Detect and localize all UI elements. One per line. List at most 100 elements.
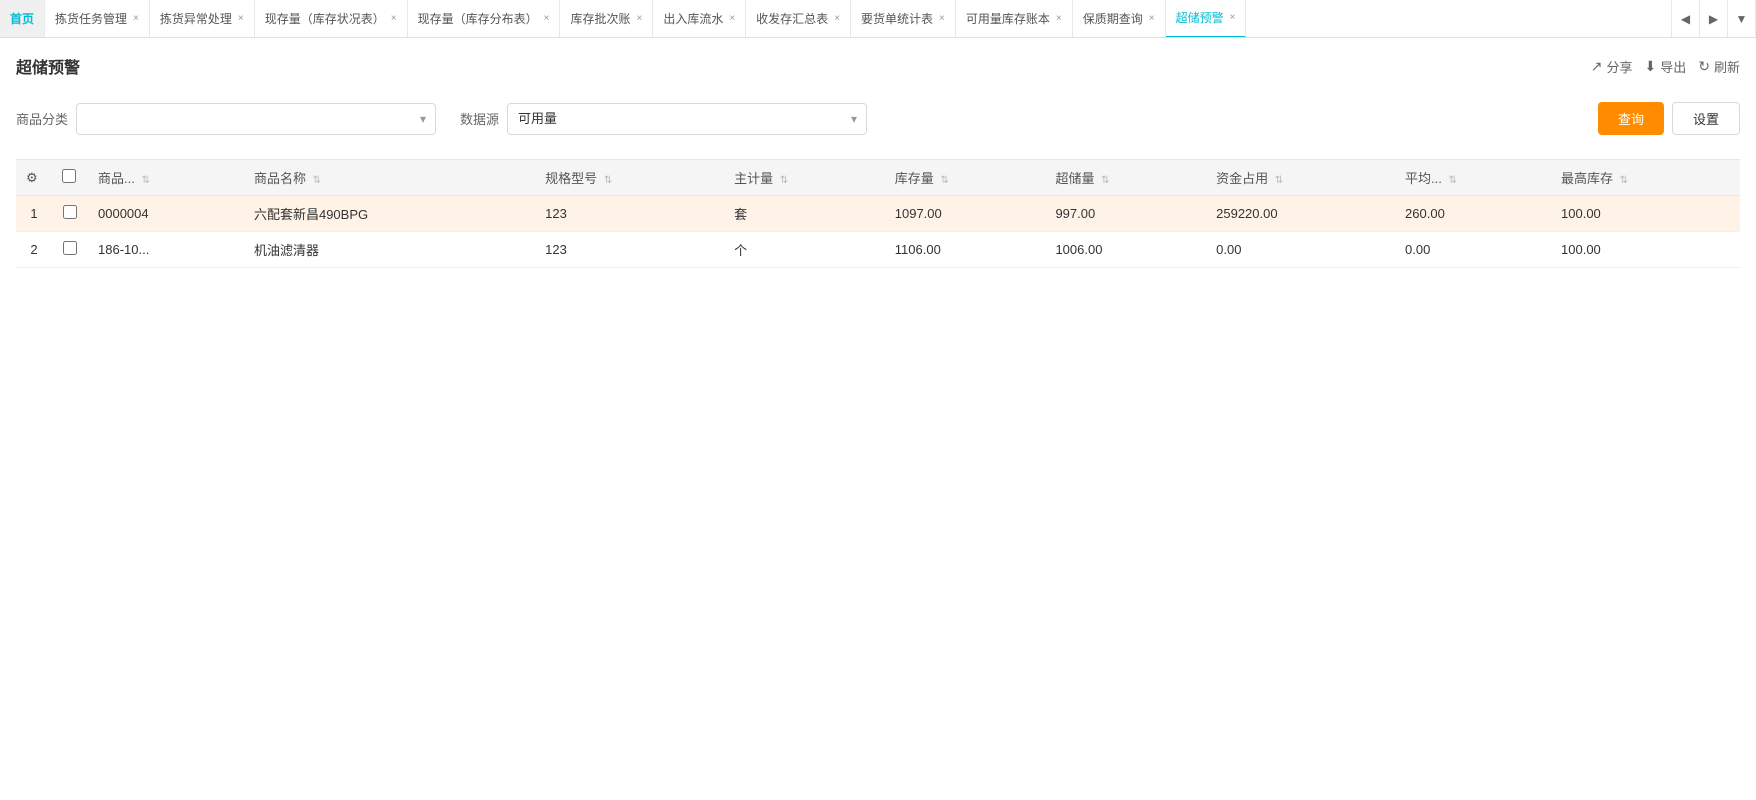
page-header: 超储预警 ↗ 分享 ⬇ 导出 ↻ 刷新: [16, 54, 1740, 78]
tab-label-abnormal: 拣货异常处理: [160, 10, 232, 27]
tab-label-quality-check: 保质期查询: [1083, 10, 1143, 27]
share-label: 分享: [1606, 57, 1632, 76]
tab-label-batch-account: 库存批次账: [570, 10, 630, 27]
th-spec[interactable]: 规格型号 ⇅: [535, 160, 724, 196]
export-label: 导出: [1660, 57, 1686, 76]
tab-close-abnormal[interactable]: ×: [238, 13, 244, 24]
row-capital-usage-1: 0.00: [1206, 232, 1395, 268]
category-label: 商品分类: [16, 109, 68, 128]
tab-label-order-stats: 要货单统计表: [861, 10, 933, 27]
nav-next-button[interactable]: ▶: [1700, 0, 1728, 38]
nav-menu-button[interactable]: ▼: [1728, 0, 1756, 38]
row-checkbox-1[interactable]: [52, 232, 88, 268]
tab-quality-check[interactable]: 保质期查询 ×: [1073, 0, 1166, 38]
tab-batch-account[interactable]: 库存批次账 ×: [560, 0, 653, 38]
tab-close-order-stats[interactable]: ×: [939, 13, 945, 24]
row-spec-1: 123: [535, 232, 724, 268]
share-button[interactable]: ↗ 分享: [1591, 57, 1633, 76]
export-button[interactable]: ⬇ 导出: [1645, 57, 1687, 76]
row-unit-1: 个: [724, 232, 885, 268]
row-num-1: 2: [16, 232, 52, 268]
row-num-0: 1: [16, 196, 52, 232]
query-button[interactable]: 查询: [1598, 102, 1664, 135]
th-overstock[interactable]: 超储量 ⇅: [1045, 160, 1206, 196]
tab-home[interactable]: 首页: [0, 0, 45, 38]
tab-close-task-mgmt[interactable]: ×: [133, 13, 139, 24]
tab-close-recv-summary[interactable]: ×: [834, 13, 840, 24]
th-checkbox[interactable]: [52, 160, 88, 196]
row-product-name-1: 机油滤清器: [244, 232, 535, 268]
th-settings[interactable]: ⚙: [16, 160, 52, 196]
row-avg-0: 260.00: [1395, 196, 1551, 232]
tab-inventory-dist[interactable]: 现存量（库存分布表） ×: [408, 0, 561, 38]
tab-close-inventory-dist[interactable]: ×: [544, 13, 550, 24]
table-header-row: ⚙ 商品... ⇅ 商品名称 ⇅ 规格型号 ⇅ 主计量: [16, 160, 1740, 196]
tab-close-available-account[interactable]: ×: [1056, 13, 1062, 24]
th-capital-usage[interactable]: 资金占用 ⇅: [1206, 160, 1395, 196]
row-select-1[interactable]: [63, 241, 77, 255]
tab-abnormal[interactable]: 拣货异常处理 ×: [150, 0, 255, 38]
row-checkbox-0[interactable]: [52, 196, 88, 232]
category-select[interactable]: [76, 103, 436, 135]
tab-close-inventory-status[interactable]: ×: [391, 13, 397, 24]
sort-avg-icon: ⇅: [1449, 175, 1457, 186]
table-body: 1 0000004 六配套新昌490BPG 123 套 1097.00 997.…: [16, 196, 1740, 268]
th-product-code[interactable]: 商品... ⇅: [88, 160, 244, 196]
datasource-select[interactable]: 可用量 总量: [507, 103, 867, 135]
category-select-wrapper: [76, 103, 436, 135]
th-unit[interactable]: 主计量 ⇅: [724, 160, 885, 196]
tab-close-quality-check[interactable]: ×: [1149, 13, 1155, 24]
row-product-name-0: 六配套新昌490BPG: [244, 196, 535, 232]
row-product-code-0: 0000004: [88, 196, 244, 232]
row-max-stock-0: 100.00: [1551, 196, 1740, 232]
tab-order-stats[interactable]: 要货单统计表 ×: [851, 0, 956, 38]
tab-close-overstock-warning[interactable]: ×: [1230, 12, 1236, 23]
settings-icon: ⚙: [26, 170, 38, 185]
refresh-icon: ↻: [1698, 58, 1710, 75]
sort-product-name-icon: ⇅: [313, 175, 321, 186]
tab-available-account[interactable]: 可用量库存账本 ×: [956, 0, 1073, 38]
tab-inventory-status[interactable]: 现存量（库存状况表）×: [255, 0, 408, 38]
tab-label-overstock-warning: 超储预警: [1176, 9, 1224, 26]
tab-overstock-warning[interactable]: 超储预警 ×: [1166, 0, 1247, 38]
category-filter: 商品分类: [16, 103, 436, 135]
page-content: 超储预警 ↗ 分享 ⬇ 导出 ↻ 刷新 商品分类: [0, 38, 1756, 800]
row-avg-1: 0.00: [1395, 232, 1551, 268]
tab-label-task-mgmt: 拣货任务管理: [55, 10, 127, 27]
tab-home-label: 首页: [10, 10, 34, 27]
tab-close-batch-account[interactable]: ×: [636, 13, 642, 24]
row-unit-0: 套: [724, 196, 885, 232]
row-inventory-1: 1106.00: [885, 232, 1046, 268]
select-all-checkbox[interactable]: [62, 169, 76, 183]
filter-bar: 商品分类 数据源 可用量 总量 查询 设置: [16, 94, 1740, 143]
table-row: 1 0000004 六配套新昌490BPG 123 套 1097.00 997.…: [16, 196, 1740, 232]
datasource-label: 数据源: [460, 109, 499, 128]
th-avg[interactable]: 平均... ⇅: [1395, 160, 1551, 196]
nav-prev-button[interactable]: ◀: [1672, 0, 1700, 38]
tab-label-available-account: 可用量库存账本: [966, 10, 1050, 27]
export-icon: ⬇: [1645, 58, 1657, 75]
refresh-button[interactable]: ↻ 刷新: [1698, 57, 1740, 76]
filter-actions: 查询 设置: [1598, 102, 1740, 135]
row-select-0[interactable]: [63, 205, 77, 219]
row-overstock-0: 997.00: [1045, 196, 1206, 232]
sort-inventory-icon: ⇅: [940, 175, 948, 186]
sort-max-stock-icon: ⇅: [1620, 175, 1628, 186]
tab-recv-summary[interactable]: 收发存汇总表×: [746, 0, 851, 38]
tab-close-inout-flow[interactable]: ×: [729, 13, 735, 24]
nav-arrows: ◀ ▶ ▼: [1671, 0, 1756, 38]
tab-label-inventory-dist: 现存量（库存分布表）: [418, 10, 538, 27]
data-table: ⚙ 商品... ⇅ 商品名称 ⇅ 规格型号 ⇅ 主计量: [16, 159, 1740, 268]
row-max-stock-1: 100.00: [1551, 232, 1740, 268]
th-product-name[interactable]: 商品名称 ⇅: [244, 160, 535, 196]
th-max-stock[interactable]: 最高库存 ⇅: [1551, 160, 1740, 196]
row-product-code-1: 186-10...: [88, 232, 244, 268]
settings-button[interactable]: 设置: [1672, 102, 1740, 135]
sort-product-code-icon: ⇅: [141, 175, 149, 186]
sort-capital-usage-icon: ⇅: [1275, 175, 1283, 186]
th-inventory[interactable]: 库存量 ⇅: [885, 160, 1046, 196]
share-icon: ↗: [1591, 58, 1603, 75]
tab-task-mgmt[interactable]: 拣货任务管理 ×: [45, 0, 150, 38]
tab-inout-flow[interactable]: 出入库流水×: [653, 0, 746, 38]
sort-overstock-icon: ⇅: [1101, 175, 1109, 186]
